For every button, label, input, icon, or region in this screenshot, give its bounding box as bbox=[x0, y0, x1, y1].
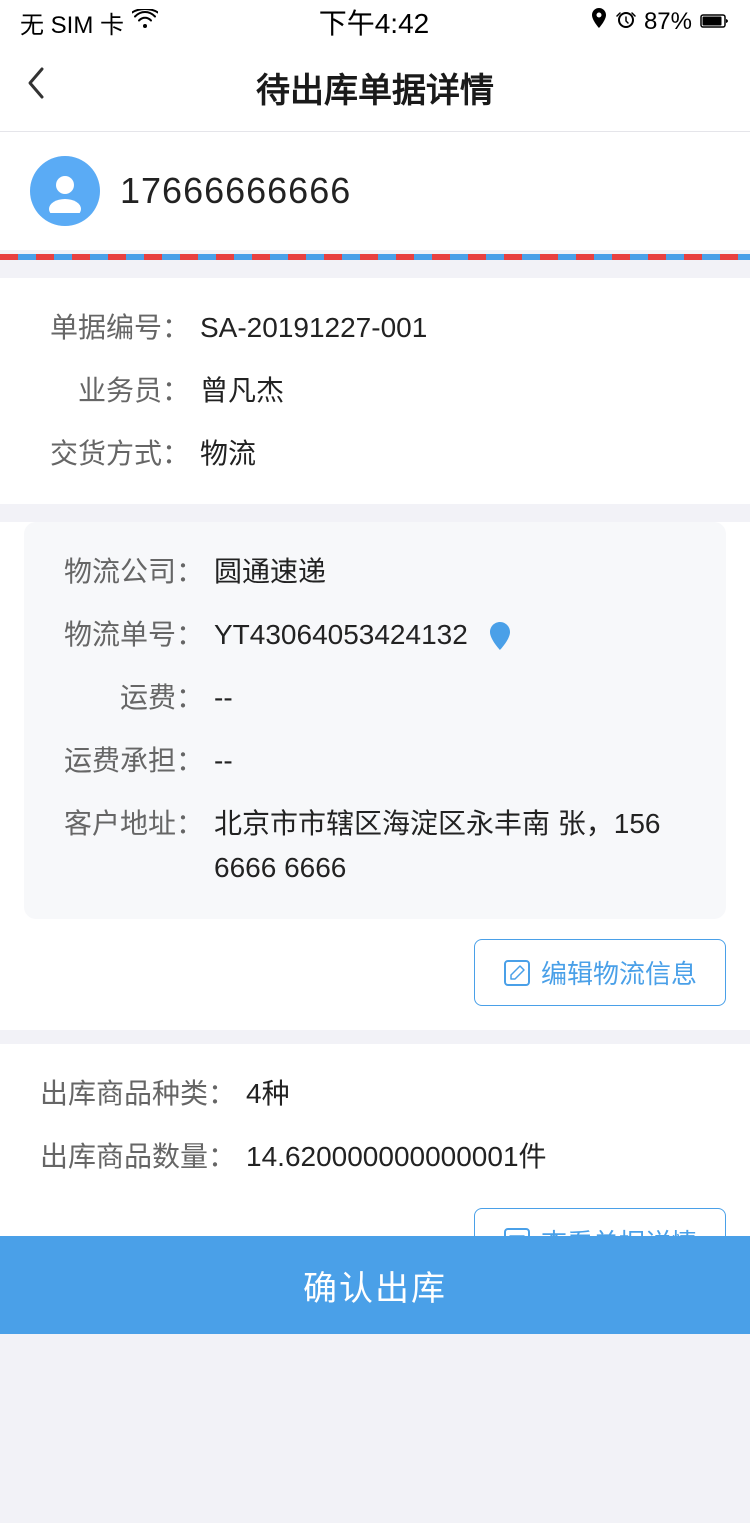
edit-logistics-wrapper: 编辑物流信息 bbox=[0, 919, 750, 1030]
delivery-method-value: 物流 bbox=[200, 432, 710, 477]
sales-person-row: 业务员： 曾凡杰 bbox=[40, 369, 710, 414]
status-bar: 无 SIM 卡 下午4:42 bbox=[0, 0, 750, 44]
logistics-card: 物流公司： 圆通速递 物流单号： YT43064053424132 运费： --… bbox=[24, 522, 726, 919]
product-type-row: 出库商品种类： 4种 bbox=[40, 1072, 710, 1117]
logistics-tracking-label: 物流单号： bbox=[54, 613, 214, 658]
battery-text: 87% bbox=[644, 8, 692, 36]
document-info-section: 单据编号： SA-20191227-001 业务员： 曾凡杰 交货方式： 物流 bbox=[0, 278, 750, 504]
address-row: 客户地址： 北京市市辖区海淀区永丰南 张，156 6666 6666 bbox=[54, 802, 696, 892]
avatar bbox=[30, 156, 100, 226]
product-type-value: 4种 bbox=[246, 1072, 710, 1117]
product-quantity-label: 出库商品数量： bbox=[40, 1135, 246, 1180]
product-type-label: 出库商品种类： bbox=[40, 1072, 246, 1117]
section-separator-1 bbox=[0, 1030, 750, 1044]
document-number-value: SA-20191227-001 bbox=[200, 306, 710, 351]
logistics-tracking-value: YT43064053424132 bbox=[214, 613, 696, 658]
location-pin-icon[interactable] bbox=[482, 618, 518, 654]
nav-bar: 待出库单据详情 bbox=[0, 44, 750, 132]
document-number-row: 单据编号： SA-20191227-001 bbox=[40, 306, 710, 351]
logistics-company-row: 物流公司： 圆通速递 bbox=[54, 550, 696, 595]
edit-logistics-button[interactable]: 编辑物流信息 bbox=[474, 939, 726, 1006]
confirm-bar[interactable]: 确认出库 bbox=[0, 1236, 750, 1334]
sales-person-value: 曾凡杰 bbox=[200, 369, 710, 414]
freight-bearer-row: 运费承担： -- bbox=[54, 739, 696, 784]
dashed-separator bbox=[0, 254, 750, 260]
delivery-method-row: 交货方式： 物流 bbox=[40, 432, 710, 477]
alarm-icon bbox=[616, 8, 636, 36]
user-header: 17666666666 bbox=[0, 132, 750, 250]
edit-icon bbox=[503, 959, 531, 987]
location-status-icon bbox=[590, 8, 608, 37]
carrier-text: 无 SIM 卡 bbox=[20, 5, 124, 40]
product-quantity-row: 出库商品数量： 14.620000000000001件 bbox=[40, 1135, 710, 1180]
back-button[interactable] bbox=[24, 63, 48, 112]
freight-value: -- bbox=[214, 676, 696, 721]
user-phone: 17666666666 bbox=[120, 170, 351, 212]
freight-bearer-value: -- bbox=[214, 739, 696, 784]
address-label: 客户地址： bbox=[54, 802, 214, 847]
confirm-button-label: 确认出库 bbox=[303, 1261, 447, 1310]
edit-logistics-label: 编辑物流信息 bbox=[541, 954, 697, 991]
status-bar-right: 87% bbox=[590, 8, 730, 37]
document-number-label: 单据编号： bbox=[40, 306, 200, 351]
product-section: 出库商品种类： 4种 出库商品数量： 14.620000000000001件 bbox=[0, 1044, 750, 1208]
page-title: 待出库单据详情 bbox=[256, 63, 494, 112]
logistics-tracking-row: 物流单号： YT43064053424132 bbox=[54, 613, 696, 658]
freight-row: 运费： -- bbox=[54, 676, 696, 721]
sales-person-label: 业务员： bbox=[40, 369, 200, 414]
freight-bearer-label: 运费承担： bbox=[54, 739, 214, 784]
logistics-company-value: 圆通速递 bbox=[214, 550, 696, 595]
status-bar-time: 下午4:42 bbox=[319, 2, 430, 42]
status-bar-left: 无 SIM 卡 bbox=[20, 5, 158, 40]
delivery-method-label: 交货方式： bbox=[40, 432, 200, 477]
wifi-icon bbox=[132, 8, 158, 36]
freight-label: 运费： bbox=[54, 676, 214, 721]
address-value: 北京市市辖区海淀区永丰南 张，156 6666 6666 bbox=[214, 802, 696, 892]
logistics-company-label: 物流公司： bbox=[54, 550, 214, 595]
battery-icon bbox=[700, 8, 730, 36]
product-quantity-value: 14.620000000000001件 bbox=[246, 1135, 710, 1180]
